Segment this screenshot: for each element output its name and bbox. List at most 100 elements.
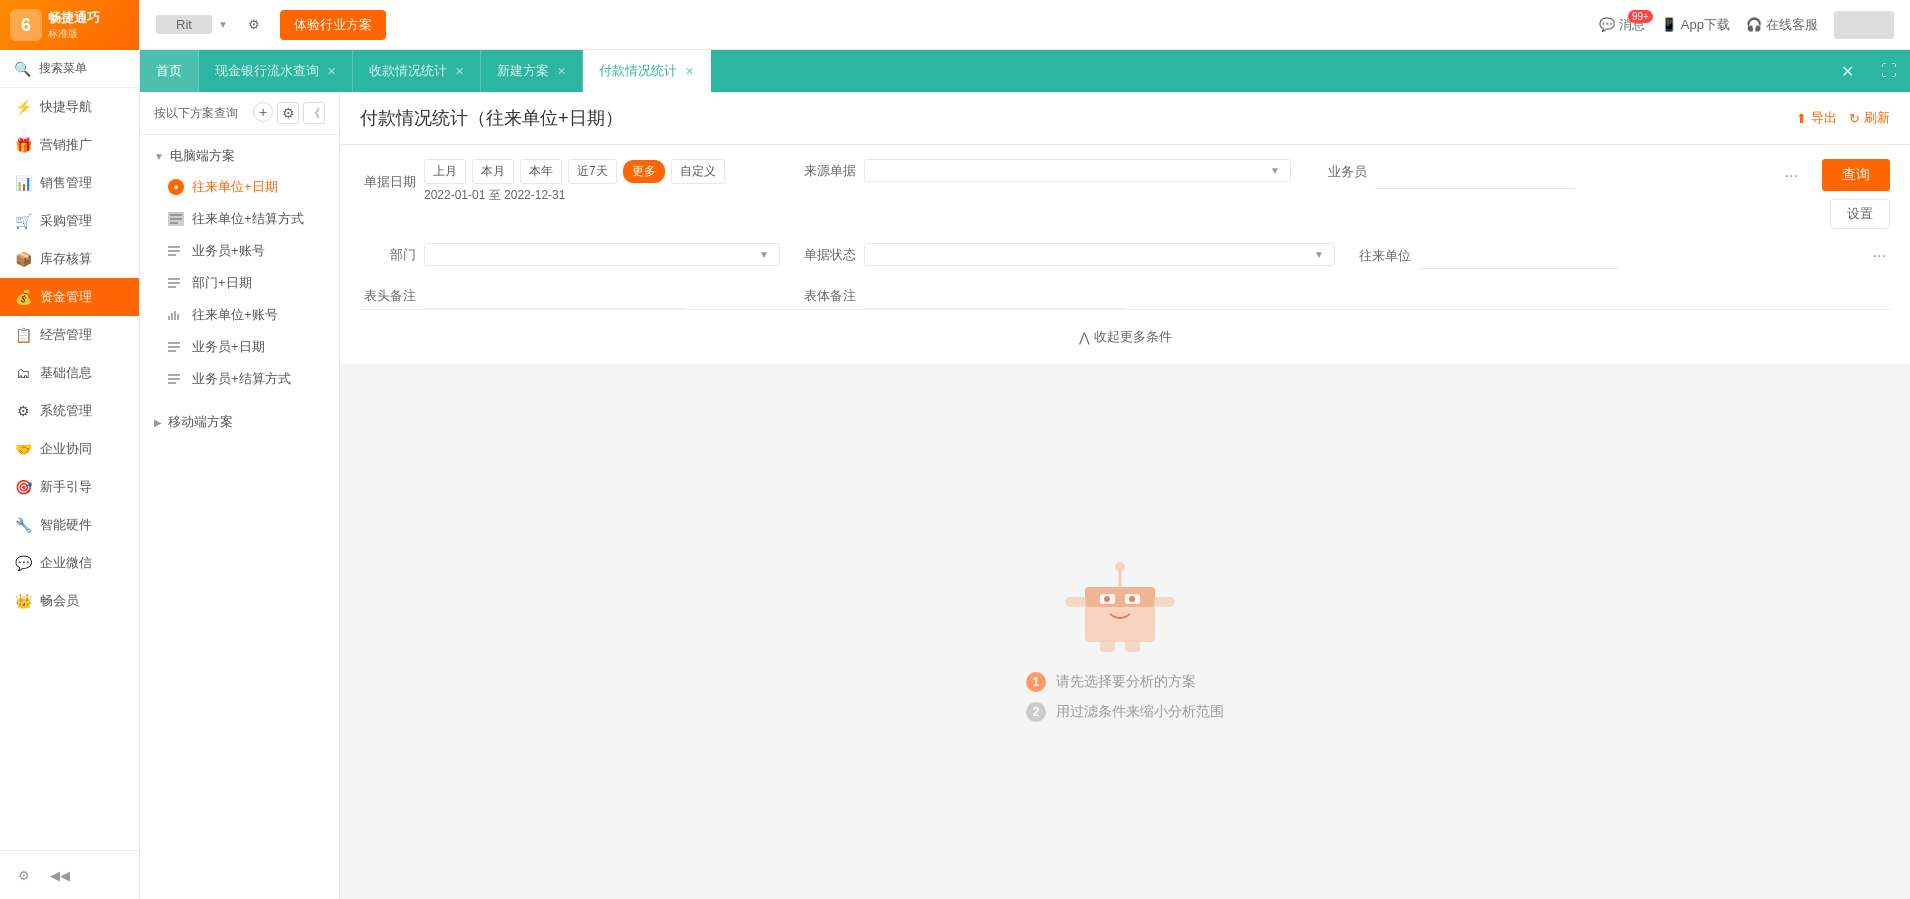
partner-dots-btn[interactable]: ···: [1869, 243, 1890, 269]
sidebar-item-marketing[interactable]: 🎁 营销推广: [0, 126, 139, 164]
messages-btn[interactable]: 💬 消息 99+: [1599, 16, 1645, 34]
source-select[interactable]: ▼: [864, 159, 1291, 182]
svg-point-30: [1115, 562, 1125, 572]
staff-dots-btn[interactable]: ···: [1781, 163, 1802, 189]
status-select[interactable]: ▼: [864, 243, 1335, 266]
scheme-item-dept-date[interactable]: 部门+日期: [140, 267, 339, 299]
date-btn-this-month[interactable]: 本月: [472, 159, 514, 184]
svg-rect-27: [1100, 640, 1115, 652]
scheme-item-staff-settle[interactable]: 业务员+结算方式: [140, 363, 339, 395]
step-2-text: 用过滤条件来缩小分析范围: [1056, 703, 1224, 721]
tab-payment[interactable]: 付款情况统计 ✕: [583, 50, 711, 92]
scheme-item-staff-account-label: 业务员+账号: [192, 242, 265, 260]
body-note-input[interactable]: [864, 283, 1124, 309]
scheme-item-unit-account[interactable]: 往来单位+账号: [140, 299, 339, 331]
sidebar-item-inventory[interactable]: 📦 库存核算: [0, 240, 139, 278]
filter-row-2: 部门 ▼ 单据状态 ▼: [360, 243, 1890, 269]
close-all-tabs-btn[interactable]: ✕: [1826, 50, 1868, 92]
sidebar-item-collab[interactable]: 🤝 企业协同: [0, 430, 139, 468]
trial-btn[interactable]: 体验行业方案: [280, 10, 386, 40]
dept-label: 部门: [360, 246, 416, 264]
topbar-settings-btn[interactable]: ⚙: [240, 11, 268, 39]
mobile-section-label: 移动端方案: [168, 413, 233, 431]
tab-collection-close[interactable]: ✕: [455, 65, 464, 78]
main-area: Rit ▼ ⚙ 体验行业方案 💬 消息 99+ 📱 App下载 🎧 在线客服 首…: [140, 0, 1910, 899]
svg-rect-17: [168, 378, 180, 380]
desktop-section-title[interactable]: ▼ 电脑端方案: [140, 141, 339, 171]
tab-new-plan[interactable]: 新建方案 ✕: [481, 50, 583, 92]
header-note-input[interactable]: [424, 283, 684, 309]
collapse-scheme-btn[interactable]: 《: [303, 102, 325, 124]
collapse-sidebar-btn[interactable]: ◀◀: [46, 861, 74, 889]
search-icon: 🔍: [14, 61, 31, 77]
sidebar-item-sales[interactable]: 📊 销售管理: [0, 164, 139, 202]
scheme-header-btns: + ⚙ 《: [253, 102, 325, 124]
date-btn-custom[interactable]: 自定义: [671, 159, 725, 184]
empty-step-2: 2 用过滤条件来缩小分析范围: [1026, 702, 1224, 722]
tab-bank-close[interactable]: ✕: [327, 65, 336, 78]
partner-input[interactable]: [1419, 243, 1619, 269]
sidebar-item-finance[interactable]: 💰 资金管理: [0, 278, 139, 316]
page-actions: ⬆ 导出 ↻ 刷新: [1796, 109, 1890, 127]
active-scheme-icon: ●: [168, 179, 184, 195]
scheme-item-unit-settle[interactable]: 往来单位+结算方式: [140, 203, 339, 235]
sidebar-item-hardware[interactable]: 🔧 智能硬件: [0, 506, 139, 544]
svg-rect-7: [168, 282, 180, 284]
tab-new-plan-close[interactable]: ✕: [557, 65, 566, 78]
sidebar-item-member[interactable]: 👑 畅会员: [0, 582, 139, 620]
step-1-text: 请先选择要分析的方案: [1056, 673, 1196, 691]
scheme-item-staff-settle-icon: [168, 372, 184, 386]
date-btn-this-year[interactable]: 本年: [520, 159, 562, 184]
scheme-item-unit-date[interactable]: ● 往来单位+日期: [140, 171, 339, 203]
collapse-conditions-btn[interactable]: ⋀ 收起更多条件: [1079, 320, 1172, 354]
tab-collection[interactable]: 收款情况统计 ✕: [353, 50, 481, 92]
dept-select[interactable]: ▼: [424, 243, 780, 266]
sidebar-item-system[interactable]: ⚙ 系统管理: [0, 392, 139, 430]
tab-payment-close[interactable]: ✕: [685, 65, 694, 78]
staff-input[interactable]: [1375, 163, 1575, 189]
set-btn[interactable]: 设置: [1830, 199, 1890, 229]
company-selector[interactable]: Rit ▼: [156, 15, 228, 34]
app-download-btn[interactable]: 📱 App下载: [1661, 16, 1730, 34]
step-2-num: 2: [1026, 702, 1046, 722]
sidebar-item-hardware-label: 智能硬件: [40, 516, 92, 534]
user-avatar[interactable]: [1834, 11, 1894, 39]
staff-label: 业务员: [1311, 163, 1367, 181]
sidebar-item-operation[interactable]: 📋 经营管理: [0, 316, 139, 354]
date-btn-last-month[interactable]: 上月: [424, 159, 466, 184]
search-menu-item[interactable]: 🔍 搜索菜单: [0, 50, 139, 88]
refresh-btn[interactable]: ↻ 刷新: [1849, 109, 1890, 127]
tab-bank[interactable]: 现金银行流水查询 ✕: [199, 50, 353, 92]
sidebar-item-guide[interactable]: 🎯 新手引导: [0, 468, 139, 506]
svg-rect-16: [168, 374, 180, 376]
scheme-item-dept-date-icon: [168, 276, 184, 290]
maximize-btn[interactable]: ⛶: [1868, 50, 1910, 92]
mobile-section-title[interactable]: ▶ 移动端方案: [140, 407, 339, 437]
sidebar-item-member-label: 畅会员: [40, 592, 79, 610]
scheme-settings-btn[interactable]: ⚙: [277, 102, 299, 124]
filter-source-field: 来源单据 ▼: [800, 159, 1291, 182]
settings-bottom-btn[interactable]: ⚙: [10, 861, 38, 889]
tab-home[interactable]: 首页: [140, 50, 199, 92]
online-service-btn[interactable]: 🎧 在线客服: [1746, 16, 1818, 34]
date-btn-more[interactable]: 更多: [623, 160, 665, 183]
export-btn[interactable]: ⬆ 导出: [1796, 109, 1837, 127]
export-icon: ⬆: [1796, 111, 1807, 126]
filter-staff-field: 业务员 ···: [1311, 159, 1802, 189]
refresh-icon: ↻: [1849, 111, 1860, 126]
svg-rect-0: [170, 214, 182, 216]
page-header: 付款情况统计（往来单位+日期） ⬆ 导出 ↻ 刷新: [340, 92, 1910, 145]
sidebar-item-purchase[interactable]: 🛒 采购管理: [0, 202, 139, 240]
partner-control: [1419, 243, 1861, 269]
filter-status-field: 单据状态 ▼: [800, 243, 1335, 266]
sidebar-item-wechat[interactable]: 💬 企业微信: [0, 544, 139, 582]
date-btn-last-7days[interactable]: 近7天: [568, 159, 617, 184]
refresh-label: 刷新: [1864, 109, 1890, 127]
add-scheme-btn[interactable]: +: [253, 102, 273, 122]
sidebar-item-basic[interactable]: 🗂 基础信息: [0, 354, 139, 392]
inventory-icon: 📦: [14, 250, 32, 268]
query-btn[interactable]: 查询: [1822, 159, 1890, 191]
scheme-item-staff-date[interactable]: 业务员+日期: [140, 331, 339, 363]
sidebar-item-nav[interactable]: ⚡ 快捷导航: [0, 88, 139, 126]
scheme-item-staff-account[interactable]: 业务员+账号: [140, 235, 339, 267]
